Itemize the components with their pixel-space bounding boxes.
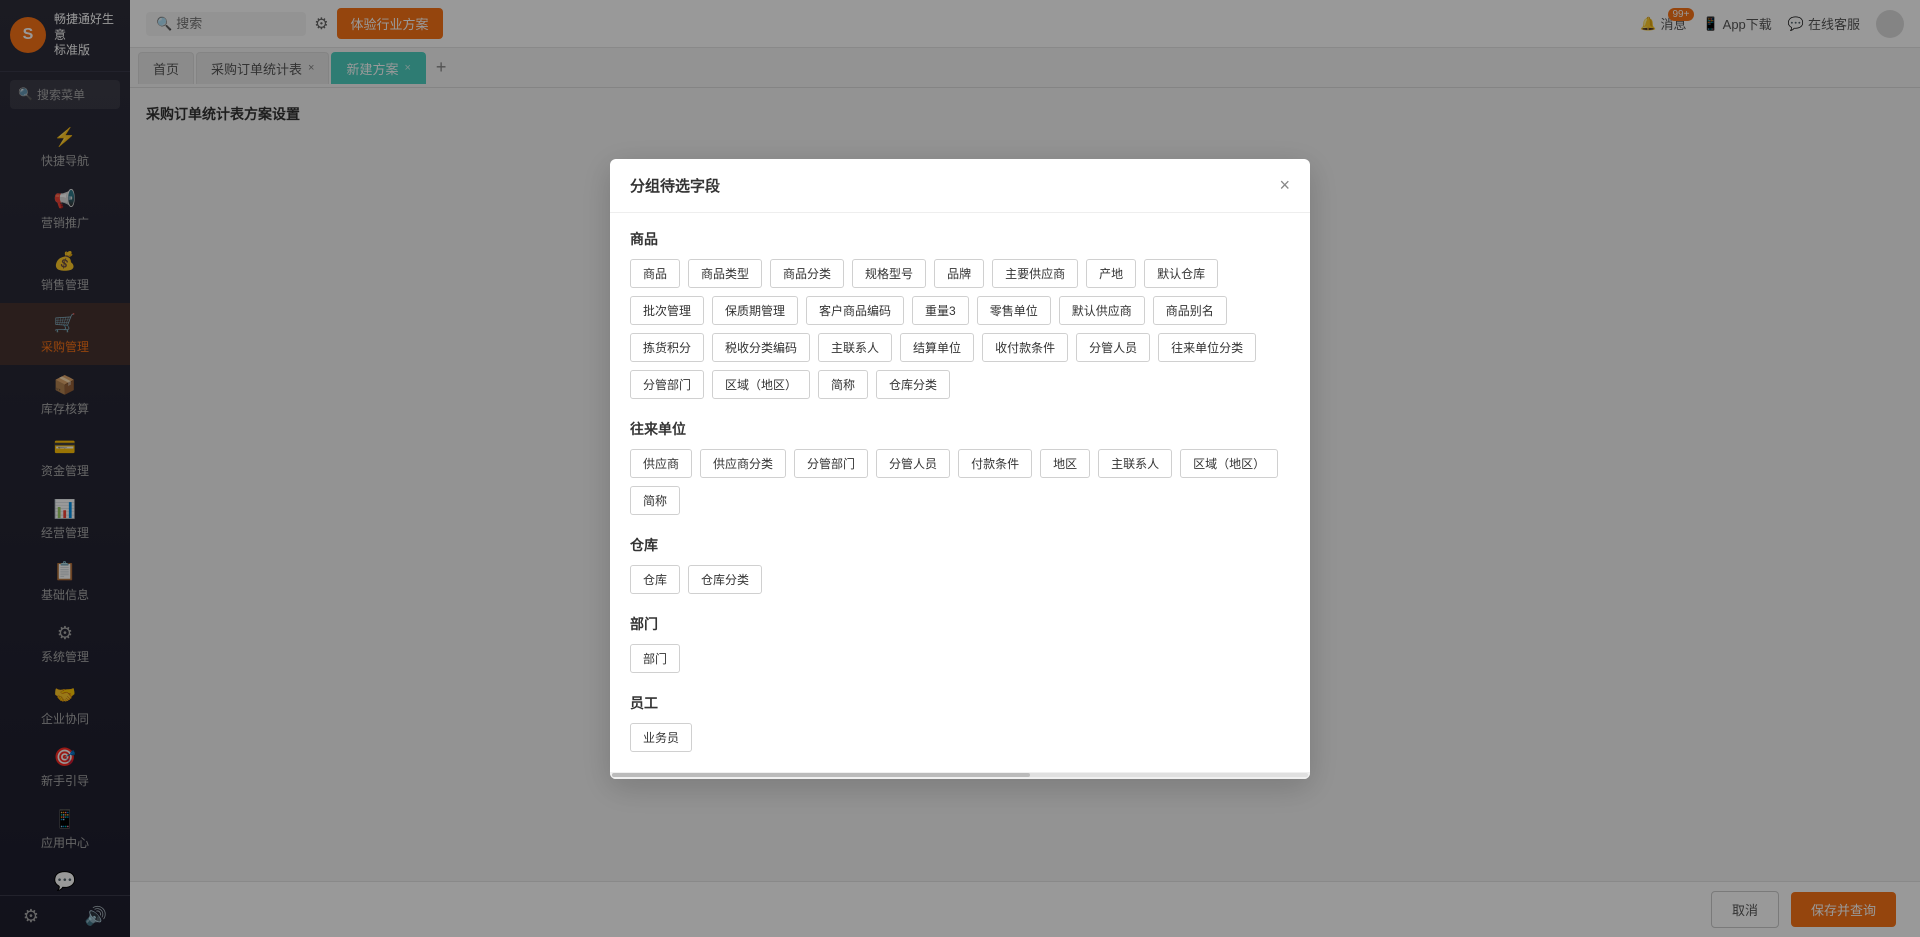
field-tag-1-1[interactable]: 供应商分类: [700, 449, 786, 478]
field-tag-0-21[interactable]: 往来单位分类: [1158, 333, 1256, 362]
field-tag-0-16[interactable]: 税收分类编码: [712, 333, 810, 362]
modal-body: 商品商品商品类型商品分类规格型号品牌主要供应商产地默认仓库批次管理保质期管理客户…: [610, 213, 1310, 772]
field-tag-1-4[interactable]: 付款条件: [958, 449, 1032, 478]
modal-title: 分组待选字段: [630, 175, 720, 196]
field-tag-0-12[interactable]: 零售单位: [977, 296, 1051, 325]
field-tag-1-3[interactable]: 分管人员: [876, 449, 950, 478]
field-tag-0-11[interactable]: 重量3: [912, 296, 969, 325]
field-tag-0-25[interactable]: 仓库分类: [876, 370, 950, 399]
field-tag-0-17[interactable]: 主联系人: [818, 333, 892, 362]
field-tag-1-7[interactable]: 区域（地区）: [1180, 449, 1278, 478]
field-tags-1: 供应商供应商分类分管部门分管人员付款条件地区主联系人区域（地区） 简称: [630, 449, 1290, 515]
field-tag-1-2[interactable]: 分管部门: [794, 449, 868, 478]
field-tag-1-8[interactable]: 简称: [630, 486, 680, 515]
field-tags-2: 仓库仓库分类: [630, 565, 1290, 594]
field-group-title-3: 部门: [630, 614, 1290, 634]
field-tag-0-2[interactable]: 商品分类: [770, 259, 844, 288]
field-tag-0-7[interactable]: 默认仓库: [1144, 259, 1218, 288]
field-tag-0-15[interactable]: 拣货积分: [630, 333, 704, 362]
field-tag-0-18[interactable]: 结算单位: [900, 333, 974, 362]
field-tag-0-10[interactable]: 客户商品编码: [806, 296, 904, 325]
modal-header: 分组待选字段 ×: [610, 159, 1310, 213]
field-tag-0-6[interactable]: 产地: [1086, 259, 1136, 288]
field-tag-0-8[interactable]: 批次管理: [630, 296, 704, 325]
field-tag-2-0[interactable]: 仓库: [630, 565, 680, 594]
field-group-title-4: 员工: [630, 693, 1290, 713]
field-tag-0-13[interactable]: 默认供应商: [1059, 296, 1145, 325]
field-tag-0-14[interactable]: 商品别名: [1153, 296, 1227, 325]
field-tag-0-5[interactable]: 主要供应商: [992, 259, 1078, 288]
field-tag-3-0[interactable]: 部门: [630, 644, 680, 673]
modal-scrollbar-thumb[interactable]: [612, 773, 1030, 777]
modal-scrollbar: [610, 772, 1310, 779]
field-group-3: 部门部门: [630, 614, 1290, 673]
field-tag-0-3[interactable]: 规格型号: [852, 259, 926, 288]
field-tags-3: 部门: [630, 644, 1290, 673]
field-tag-1-5[interactable]: 地区: [1040, 449, 1090, 478]
field-group-4: 员工业务员: [630, 693, 1290, 752]
field-tag-0-24[interactable]: 简称: [818, 370, 868, 399]
field-tag-0-23[interactable]: 区域（地区）: [712, 370, 810, 399]
field-tags-0: 商品商品类型商品分类规格型号品牌主要供应商产地默认仓库批次管理保质期管理客户商品…: [630, 259, 1290, 399]
field-group-title-2: 仓库: [630, 535, 1290, 555]
modal-dialog: 分组待选字段 × 商品商品商品类型商品分类规格型号品牌主要供应商产地默认仓库批次…: [610, 159, 1310, 779]
field-group-title-1: 往来单位: [630, 419, 1290, 439]
field-tag-2-1[interactable]: 仓库分类: [688, 565, 762, 594]
field-tags-4: 业务员: [630, 723, 1290, 752]
modal-overlay: 分组待选字段 × 商品商品商品类型商品分类规格型号品牌主要供应商产地默认仓库批次…: [0, 0, 1920, 937]
field-group-0: 商品商品商品类型商品分类规格型号品牌主要供应商产地默认仓库批次管理保质期管理客户…: [630, 229, 1290, 399]
field-tag-0-4[interactable]: 品牌: [934, 259, 984, 288]
field-group-1: 往来单位供应商供应商分类分管部门分管人员付款条件地区主联系人区域（地区） 简称: [630, 419, 1290, 515]
field-tag-4-0[interactable]: 业务员: [630, 723, 692, 752]
field-tag-1-0[interactable]: 供应商: [630, 449, 692, 478]
field-tag-0-1[interactable]: 商品类型: [688, 259, 762, 288]
field-group-2: 仓库仓库仓库分类: [630, 535, 1290, 594]
modal-scrollbar-track: [612, 773, 1308, 777]
field-tag-0-0[interactable]: 商品: [630, 259, 680, 288]
field-tag-0-20[interactable]: 分管人员: [1076, 333, 1150, 362]
field-tag-0-22[interactable]: 分管部门: [630, 370, 704, 399]
field-tag-1-6[interactable]: 主联系人: [1098, 449, 1172, 478]
field-tag-0-19[interactable]: 收付款条件: [982, 333, 1068, 362]
field-tag-0-9[interactable]: 保质期管理: [712, 296, 798, 325]
field-group-title-0: 商品: [630, 229, 1290, 249]
modal-close-button[interactable]: ×: [1279, 176, 1290, 194]
